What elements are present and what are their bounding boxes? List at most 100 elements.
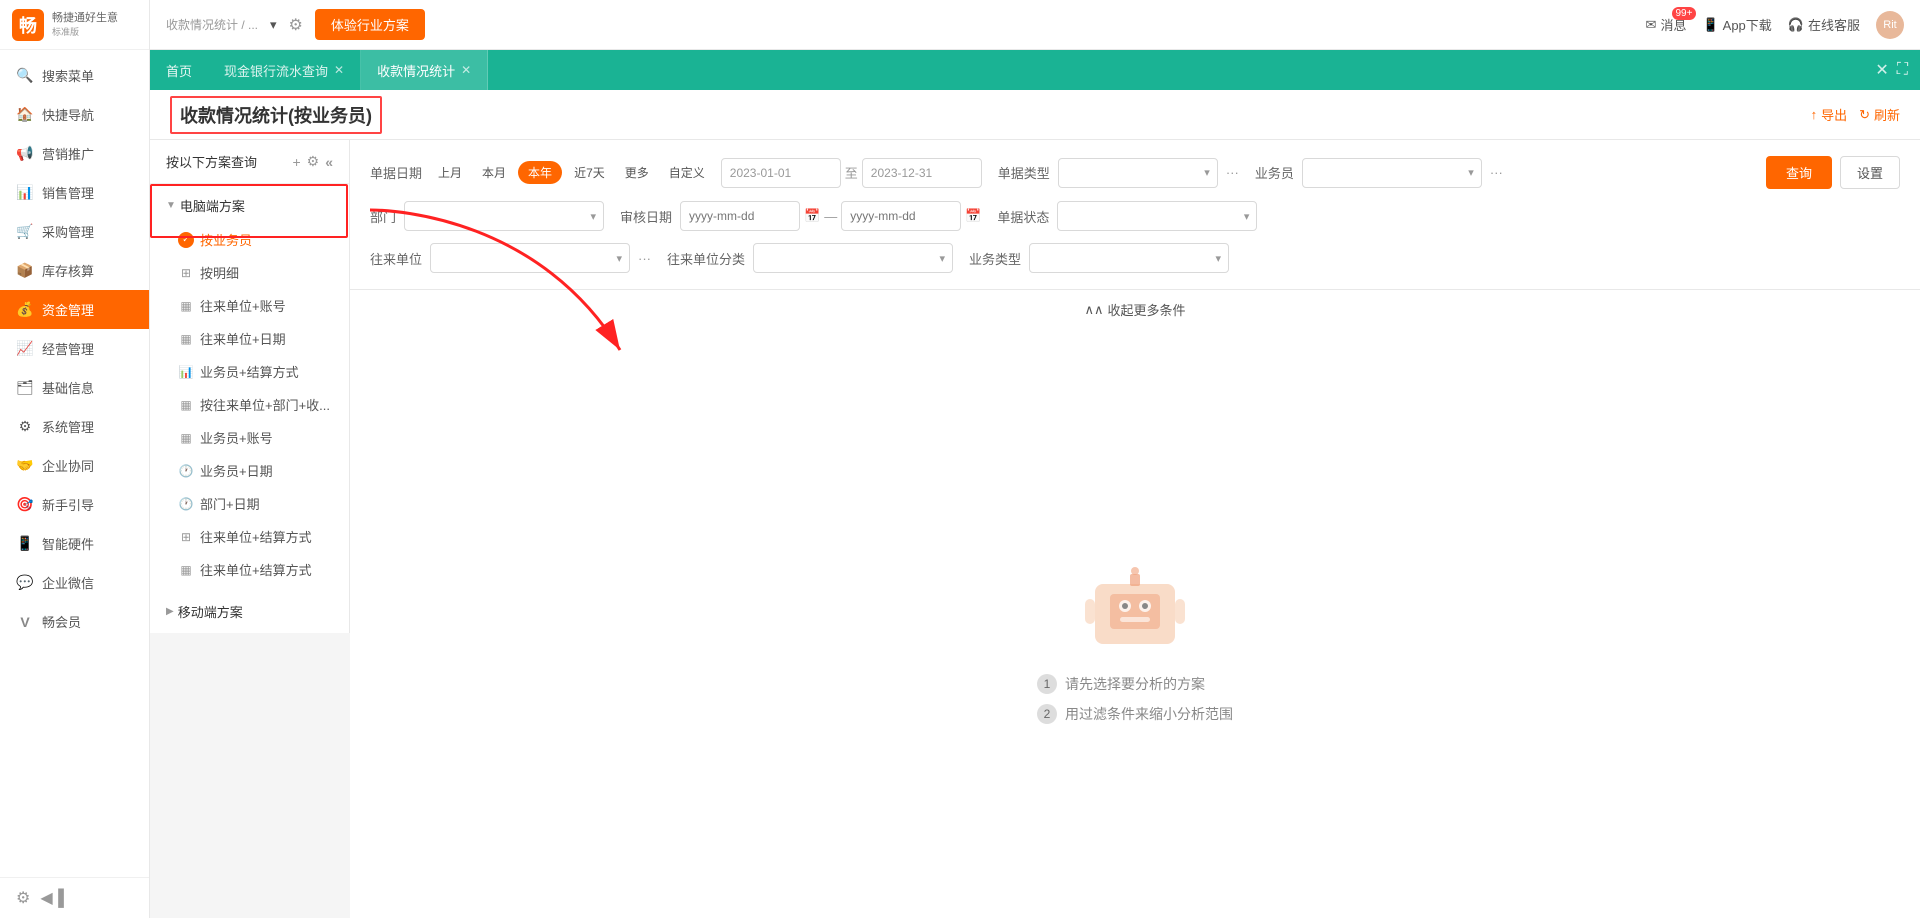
date-tab-last-month[interactable]: 上月 <box>430 161 470 184</box>
scheme-item-by-detail[interactable]: ⊞ 按明细 <box>150 256 349 289</box>
sidebar-item-wechat[interactable]: 💬 企业微信 <box>0 563 149 602</box>
scheme-label-partner-payment1: 往来单位+结算方式 <box>200 527 312 546</box>
tab-bank-flow[interactable]: 现金银行流水查询 ✕ <box>208 50 361 90</box>
sidebar-item-inventory[interactable]: 📦 库存核算 <box>0 251 149 290</box>
user-avatar[interactable]: Rit <box>1876 11 1904 39</box>
sidebar-item-operations[interactable]: 📈 经营管理 <box>0 329 149 368</box>
scheme-item-staff-account[interactable]: ▦ 业务员+账号 <box>150 421 349 454</box>
sidebar-item-sales[interactable]: 📊 销售管理 <box>0 173 149 212</box>
form-settings-button[interactable]: 设置 <box>1840 156 1900 189</box>
dept-select[interactable] <box>404 201 604 231</box>
sidebar-item-marketing[interactable]: 📢 营销推广 <box>0 134 149 173</box>
add-scheme-button[interactable]: + <box>292 154 300 170</box>
collapse-sidebar-icon[interactable]: ◀▐ <box>40 888 64 908</box>
collapse-conditions-button[interactable]: ∧∧ 收起更多条件 <box>1084 300 1185 319</box>
mobile-group-label: 移动端方案 <box>178 602 243 621</box>
desktop-scheme-header[interactable]: ▼ 电脑端方案 <box>150 188 349 223</box>
online-service-button[interactable]: 🎧 在线客服 <box>1788 15 1860 34</box>
scheme-item-partner-payment1[interactable]: ⊞ 往来单位+结算方式 <box>150 520 349 553</box>
partner-category-select[interactable] <box>753 243 953 273</box>
date-tab-last7[interactable]: 近7天 <box>566 161 613 184</box>
tab-bank-flow-close[interactable]: ✕ <box>334 63 344 77</box>
doc-type-select[interactable] <box>1058 158 1218 188</box>
date-from-input[interactable] <box>721 158 841 188</box>
content-area: 按以下方案查询 + ⚙ « ▼ 电脑端方案 ✓ <box>150 140 1920 918</box>
tab-bank-flow-label: 现金银行流水查询 <box>224 61 328 80</box>
sidebar-item-basic[interactable]: 🗂 基础信息 <box>0 368 149 407</box>
settings-footer-icon[interactable]: ⚙ <box>16 888 30 908</box>
scheme-label-dept-date: 部门+日期 <box>200 494 260 513</box>
date-to-input[interactable] <box>862 158 982 188</box>
doc-status-label: 单据状态 <box>997 207 1049 226</box>
date-tab-this-month[interactable]: 本月 <box>474 161 514 184</box>
trial-button[interactable]: 体验行业方案 <box>315 9 425 40</box>
sidebar-item-quick-nav[interactable]: 🏠 快捷导航 <box>0 95 149 134</box>
doc-status-select-wrapper <box>1057 201 1257 231</box>
empty-illustration <box>1075 554 1195 654</box>
scheme-item-partner-dept[interactable]: ▦ 按往来单位+部门+收... <box>150 388 349 421</box>
sidebar-item-enterprise[interactable]: 🤝 企业协同 <box>0 446 149 485</box>
form-row-3: 往来单位 ··· 往来单位分类 <box>370 243 1900 273</box>
scheme-item-staff-payment[interactable]: 📊 业务员+结算方式 <box>150 355 349 388</box>
tab-collection-stat-close[interactable]: ✕ <box>461 63 471 77</box>
header-dropdown[interactable]: ▾ <box>270 17 277 33</box>
sidebar-label-search-menu: 搜索菜单 <box>42 66 94 85</box>
doc-type-more-btn[interactable]: ··· <box>1226 165 1239 180</box>
staff-select[interactable] <box>1302 158 1482 188</box>
system-icon: ⚙ <box>16 418 34 436</box>
collapse-panel-button[interactable]: « <box>325 154 333 170</box>
tab-close-all-icon[interactable]: ✕ <box>1875 60 1888 80</box>
tab-expand-icon[interactable]: ⛶ <box>1897 61 1908 79</box>
by-detail-icon: ⊞ <box>178 265 194 281</box>
refresh-button[interactable]: ↻ 刷新 <box>1859 105 1900 124</box>
sidebar-item-vip[interactable]: V 畅会员 <box>0 602 149 641</box>
sidebar-item-system[interactable]: ⚙ 系统管理 <box>0 407 149 446</box>
scheme-item-staff-date[interactable]: 🕐 业务员+日期 <box>150 454 349 487</box>
page-title: 收款情况统计(按业务员) <box>170 96 382 134</box>
scheme-label-by-detail: 按明细 <box>200 263 239 282</box>
review-date-from[interactable] <box>680 201 800 231</box>
form-row-1: 单据日期 上月 本月 本年 近7天 更多 自定义 至 <box>370 156 1900 189</box>
form-actions: 查询 设置 <box>1766 156 1900 189</box>
scheme-item-dept-date[interactable]: 🕐 部门+日期 <box>150 487 349 520</box>
calendar-icon-from[interactable]: 📅 <box>804 208 820 224</box>
mobile-expand-arrow: ▶ <box>166 606 174 617</box>
scheme-item-by-staff[interactable]: ✓ 按业务员 <box>150 223 349 256</box>
biz-type-select[interactable] <box>1029 243 1229 273</box>
staff-more-btn[interactable]: ··· <box>1490 165 1503 180</box>
date-tab-custom[interactable]: 自定义 <box>661 161 713 184</box>
sidebar-item-purchase[interactable]: 🛒 采购管理 <box>0 212 149 251</box>
query-button[interactable]: 查询 <box>1766 156 1832 189</box>
scheme-item-partner-payment2[interactable]: ▦ 往来单位+结算方式 <box>150 553 349 586</box>
partner-select-wrapper <box>430 243 630 273</box>
form-row-2: 部门 审核日期 📅 — 📅 <box>370 201 1900 231</box>
partner-category-label: 往来单位分类 <box>667 249 745 268</box>
sidebar-item-hardware[interactable]: 📱 智能硬件 <box>0 524 149 563</box>
sidebar-item-search-menu[interactable]: 🔍 搜索菜单 <box>0 56 149 95</box>
doc-status-select[interactable] <box>1057 201 1257 231</box>
sidebar-label-sales: 销售管理 <box>42 183 94 202</box>
logo-text: 畅捷通好生意 <box>52 11 118 25</box>
sidebar-item-finance[interactable]: 💰 资金管理 <box>0 290 149 329</box>
partner-category-select-wrapper <box>753 243 953 273</box>
date-tab-this-year[interactable]: 本年 <box>518 161 562 184</box>
date-tab-more[interactable]: 更多 <box>617 161 657 184</box>
calendar-icon-to[interactable]: 📅 <box>965 208 981 224</box>
sidebar-item-guide[interactable]: 🎯 新手引导 <box>0 485 149 524</box>
message-button[interactable]: ✉ 消息 99+ <box>1646 15 1687 34</box>
header-settings-icon[interactable]: ⚙ <box>289 15 303 35</box>
review-date-to[interactable] <box>841 201 961 231</box>
scheme-item-partner-account[interactable]: ▦ 往来单位+账号 <box>150 289 349 322</box>
scheme-item-partner-date[interactable]: ▦ 往来单位+日期 <box>150 322 349 355</box>
app-download-button[interactable]: 📱 App下载 <box>1702 15 1771 34</box>
tab-collection-stat[interactable]: 收款情况统计 ✕ <box>361 50 488 90</box>
mobile-scheme-header[interactable]: ▶ 移动端方案 <box>150 594 349 629</box>
export-button[interactable]: ↑ 导出 <box>1811 105 1848 124</box>
partner-select[interactable] <box>430 243 630 273</box>
doc-type-label: 单据类型 <box>998 163 1050 182</box>
scheme-label-by-staff: 按业务员 <box>200 230 252 249</box>
partner-more-btn[interactable]: ··· <box>638 251 651 266</box>
scheme-settings-button[interactable]: ⚙ <box>307 153 320 170</box>
tab-home[interactable]: 首页 <box>150 61 208 80</box>
export-label: 导出 <box>1821 105 1847 124</box>
